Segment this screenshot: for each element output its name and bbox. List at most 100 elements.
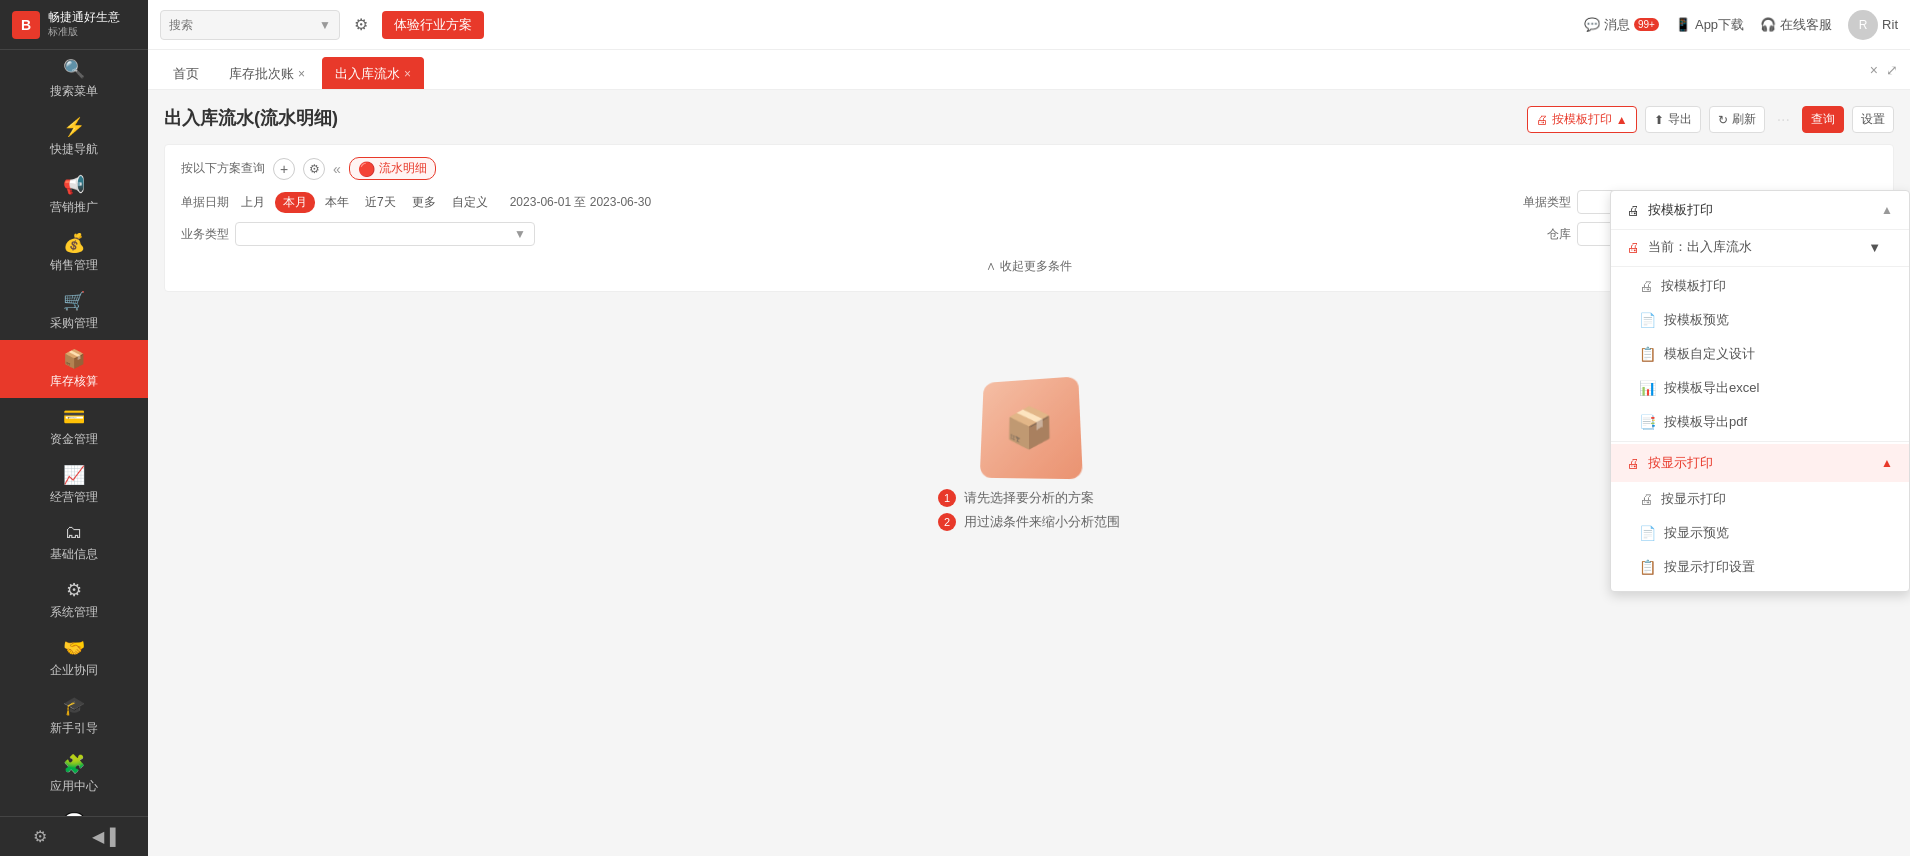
warehouse-label: 仓库 [1547,226,1571,243]
sidebar-item-quick-nav[interactable]: ⚡ 快捷导航 [0,108,148,166]
tab-batch-close[interactable]: × [298,67,305,81]
settings-icon[interactable]: ⚙ [33,827,47,846]
sidebar-item-label-guide: 新手引导 [50,720,98,737]
collapse-label: ∧ 收起更多条件 [986,259,1071,273]
step-2-label: 用过滤条件来缩小分析范围 [964,513,1120,531]
basic-icon: 🗂 [65,522,83,543]
expand-icon[interactable]: ⤢ [1886,62,1898,78]
empty-icon: 📦 [980,376,1083,479]
message-button[interactable]: 💬 消息 99+ [1584,16,1659,34]
wechat-icon: 💬 [63,811,85,816]
sidebar-item-marketing[interactable]: 📢 营销推广 [0,166,148,224]
edition-label: 标准版 [48,25,120,39]
dropdown-item-display-print[interactable]: 🖨 按显示打印 [1611,482,1909,516]
filter-settings-button[interactable]: ⚙ [303,158,325,180]
sidebar-item-wechat[interactable]: 💬 企业微信 [0,803,148,816]
finance-icon: 💳 [63,406,85,428]
business-type-label: 业务类型 [181,226,229,243]
dropdown-top-arrow: ▲ [1881,203,1893,217]
dropdown-item-display-excel[interactable]: 📊 按显示导出excel [1611,584,1909,591]
purchase-icon: 🛒 [63,290,85,312]
dropdown-item-template-print[interactable]: 🖨 按模板打印 [1611,269,1909,303]
query-button[interactable]: 查询 [1802,106,1844,133]
search-icon: 🔍 [63,58,85,80]
sidebar-item-guide[interactable]: 🎓 新手引导 [0,687,148,745]
display-print-section-icon: 🖨 [1627,456,1640,471]
dropdown-item-template-preview[interactable]: 📄 按模板预览 [1611,303,1909,337]
tab-home[interactable]: 首页 [160,57,212,89]
online-service-label: 在线客服 [1780,16,1832,34]
sidebar-item-label-app-center: 应用中心 [50,778,98,795]
tabbar: 首页 库存批次账 × 出入库流水 × × ⤢ [148,50,1910,90]
refresh-button[interactable]: ↻ 刷新 [1709,106,1765,133]
dropdown-display-print-section[interactable]: 🖨 按显示打印 ▲ [1611,444,1909,482]
tab-flow-close[interactable]: × [404,67,411,81]
filter-tag: 🔴 流水明细 [349,157,436,180]
display-settings-icon: 📋 [1639,559,1656,575]
dropdown-item-display-print-settings[interactable]: 📋 按显示打印设置 [1611,550,1909,584]
dropdown-current-item[interactable]: 🖨 当前：出入库流水 ▼ [1611,230,1909,264]
date-btn-7days[interactable]: 近7天 [359,192,402,213]
sidebar-item-enterprise[interactable]: 🤝 企业协同 [0,629,148,687]
dropdown-item-template-excel[interactable]: 📊 按模板导出excel [1611,371,1909,405]
settings-button[interactable]: 设置 [1852,106,1894,133]
sidebar-item-operations[interactable]: 📈 经营管理 [0,456,148,514]
marketing-icon: 📢 [63,174,85,196]
sidebar-item-system[interactable]: ⚙ 系统管理 [0,571,148,629]
receipt-type-label: 单据类型 [1523,194,1571,211]
item-template-custom-label: 模板自定义设计 [1664,345,1755,363]
close-all-icon[interactable]: × [1870,62,1878,78]
filter-label: 按以下方案查询 [181,160,265,177]
user-area[interactable]: R Rit [1848,10,1898,40]
step-1-label: 请先选择要分析的方案 [964,489,1094,507]
sidebar-item-app-center[interactable]: 🧩 应用中心 [0,745,148,803]
search-input[interactable] [169,18,315,32]
date-btn-this-year[interactable]: 本年 [319,192,355,213]
item-pdf-icon: 📑 [1639,414,1656,430]
tab-batch[interactable]: 库存批次账 × [216,57,318,89]
business-type-select[interactable]: ▼ [235,222,535,246]
content-area: 出入库流水(流水明细) 按以下方案查询 + ⚙ « 🔴 流水明细 单据日期 [148,90,1910,856]
headset-icon: 🎧 [1760,17,1776,32]
sidebar-item-label-marketing: 营销推广 [50,199,98,216]
sidebar-item-finance[interactable]: 💳 资金管理 [0,398,148,456]
sidebar-item-purchase[interactable]: 🛒 采购管理 [0,282,148,340]
message-label: 消息 [1604,16,1630,34]
topbar-gear-icon[interactable]: ⚙ [354,15,368,34]
search-box[interactable]: ▼ [160,10,340,40]
print-button[interactable]: 🖨 按模板打印 ▲ [1527,106,1637,133]
message-icon: 💬 [1584,17,1600,32]
sidebar-item-sales[interactable]: 💰 销售管理 [0,224,148,282]
sidebar-item-label-system: 系统管理 [50,604,98,621]
date-btn-custom[interactable]: 自定义 [446,192,494,213]
step-num-2: 2 [938,513,956,531]
date-btn-more[interactable]: 更多 [406,192,442,213]
quick-nav-icon: ⚡ [63,116,85,138]
export-button[interactable]: ⬆ 导出 [1645,106,1701,133]
tab-flow[interactable]: 出入库流水 × [322,57,424,89]
print-icon: 🖨 [1536,113,1548,127]
item-print-icon: 🖨 [1639,278,1653,294]
system-icon: ⚙ [66,579,82,601]
online-service-button[interactable]: 🎧 在线客服 [1760,16,1832,34]
dropdown-item-template-custom[interactable]: 📋 模板自定义设计 [1611,337,1909,371]
dropdown-item-template-pdf[interactable]: 📑 按模板导出pdf [1611,405,1909,439]
date-btn-last-month[interactable]: 上月 [235,192,271,213]
sidebar-item-search[interactable]: 🔍 搜索菜单 [0,50,148,108]
sidebar-item-inventory[interactable]: 📦 库存核算 [0,340,148,398]
filter-add-button[interactable]: + [273,158,295,180]
divider-1 [1611,266,1909,267]
collapse-sidebar-icon[interactable]: ◀▐ [92,827,115,846]
display-print-icon: 🖨 [1639,491,1653,507]
app-download-button[interactable]: 📱 App下载 [1675,16,1744,34]
date-btn-this-month[interactable]: 本月 [275,192,315,213]
filter-collapse-button[interactable]: « [333,161,341,177]
display-section-arrow: ▲ [1881,456,1893,470]
dropdown-item-display-preview[interactable]: 📄 按显示预览 [1611,516,1909,550]
dropdown-panel: 🖨 按模板打印 ▲ 🖨 当前：出入库流水 ▼ 🖨 按模板打印 [1610,190,1910,592]
item-template-excel-label: 按模板导出excel [1664,379,1759,397]
industry-button[interactable]: 体验行业方案 [382,11,484,39]
item-display-preview-label: 按显示预览 [1664,524,1729,542]
search-dropdown-icon[interactable]: ▼ [319,18,331,32]
sidebar-item-basic[interactable]: 🗂 基础信息 [0,514,148,571]
